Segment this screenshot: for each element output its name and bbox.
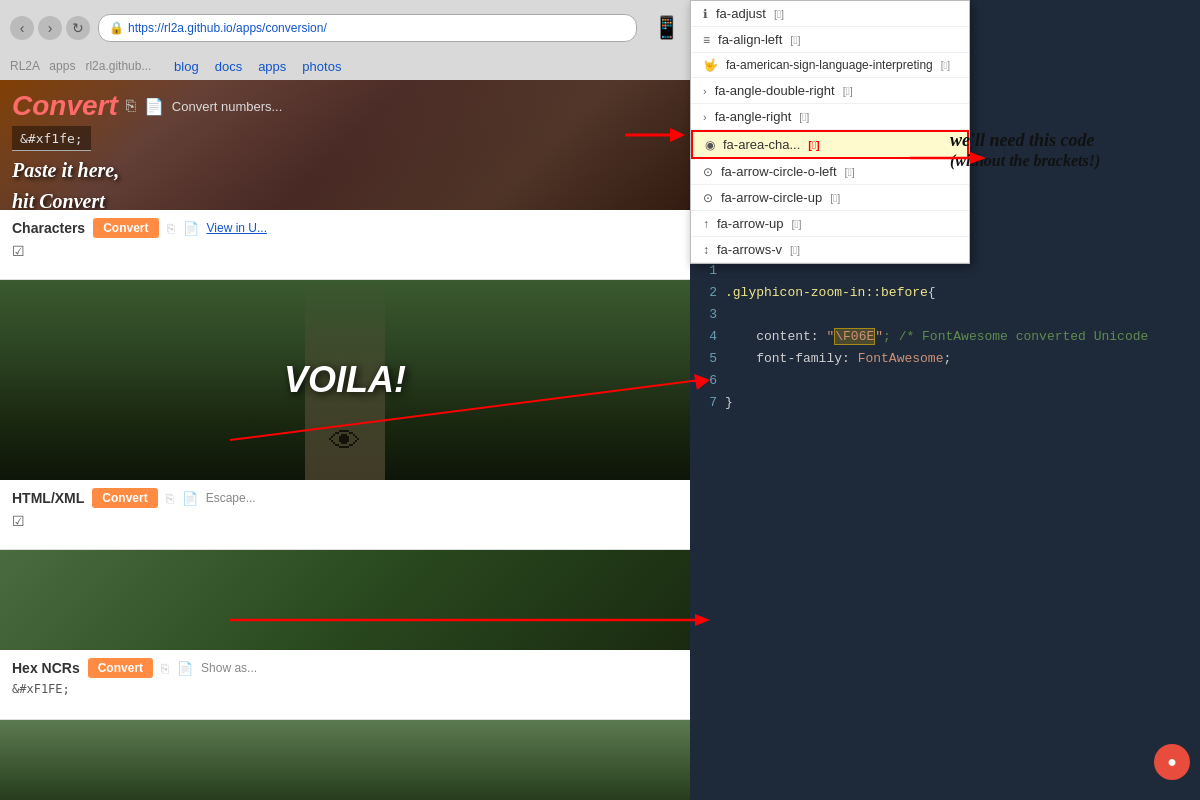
item-name: fa-arrow-up [717, 216, 783, 231]
hexncrs-extra: Show as... [201, 661, 257, 675]
item-code: [] [791, 218, 801, 230]
voila-text: VOILA! [284, 359, 406, 401]
htmlxml-checkbox[interactable]: ☑ [12, 513, 25, 529]
area-chart-icon: ◉ [705, 138, 715, 152]
item-code: [] [774, 8, 784, 20]
red-circle-btn[interactable]: ● [1154, 744, 1190, 780]
svg-marker-1 [670, 128, 685, 142]
paste-instruction-line2: hit Convert [12, 190, 678, 210]
item-code: [] [843, 85, 853, 97]
convert-header: Convert ⎘ 📄 Convert numbers... &#xf1fe; … [0, 80, 690, 210]
adjust-icon: ℹ [703, 7, 708, 21]
characters-section: Characters Convert ⎘ 📄 View in U... ☑ [0, 210, 690, 280]
asl-icon: 🤟 [703, 58, 718, 72]
arrows-v-icon: ↕ [703, 243, 709, 257]
arrow-up-icon: ↑ [703, 217, 709, 231]
item-code: [] [845, 166, 855, 178]
dropdown-item-asl[interactable]: 🤟 fa-american-sign-language-interpreting… [691, 53, 969, 78]
angle-right-icon: › [703, 111, 707, 123]
arrow-circle-up-icon: ⊙ [703, 191, 713, 205]
dropdown-item-angle-double-right[interactable]: › fa-angle-double-right [] [691, 78, 969, 104]
item-name: fa-arrow-circle-up [721, 190, 822, 205]
characters-file-btn[interactable]: 📄 [183, 221, 199, 236]
copy-icon-btn[interactable]: ⎘ [126, 97, 136, 115]
css-selector: .glyphicon-zoom-in::before [725, 285, 928, 300]
dropdown-item-arrows-v[interactable]: ↕ fa-arrows-v [] [691, 237, 969, 263]
item-name: fa-angle-double-right [715, 83, 835, 98]
align-left-icon: ≡ [703, 33, 710, 47]
htmlxml-section: HTML/XML Convert ⎘ 📄 Escape... ☑ [0, 480, 690, 550]
item-name: fa-american-sign-language-interpreting [726, 58, 933, 72]
svg-marker-3 [970, 152, 986, 164]
back-button[interactable]: ‹ [10, 16, 34, 40]
code-lines: .glyphicon-zoom-in::before{ content: "\F… [725, 260, 1200, 414]
paste-instruction-line1: Paste it here, [12, 159, 678, 182]
arrow-annotation [625, 120, 685, 154]
characters-checkbox[interactable]: ☑ [12, 243, 25, 259]
eye-icon: 👁 [329, 423, 361, 460]
item-code: [] [799, 111, 809, 123]
item-name: fa-align-left [718, 32, 782, 47]
dropdown-item-arrow-up[interactable]: ↑ fa-arrow-up [] [691, 211, 969, 237]
item-name: fa-adjust [716, 6, 766, 21]
brand-text: RL2A apps rl2a.github... [10, 59, 158, 74]
htmlxml-copy-btn[interactable]: ⎘ [166, 491, 174, 506]
item-code: [] [941, 60, 950, 71]
item-name: fa-arrows-v [717, 242, 782, 257]
nav-blog[interactable]: blog [174, 59, 199, 74]
dropdown-item-adjust[interactable]: ℹ fa-adjust [] [691, 1, 969, 27]
item-code: [] [830, 192, 840, 204]
hexncrs-convert-btn[interactable]: Convert [88, 658, 153, 678]
forward-button[interactable]: › [38, 16, 62, 40]
htmlxml-extra: Escape... [206, 491, 256, 505]
item-code: [] [790, 244, 800, 256]
hexncrs-value: &#xF1FE; [12, 682, 678, 696]
browser-bar: ‹ › ↻ 🔒 https://rl2a.github.io/apps/conv… [0, 0, 690, 55]
characters-label: Characters [12, 220, 85, 236]
nav-docs[interactable]: docs [215, 59, 242, 74]
item-code: [] [790, 34, 800, 46]
file-icon-btn[interactable]: 📄 [144, 97, 164, 116]
htmlxml-label: HTML/XML [12, 490, 84, 506]
hexncrs-file-btn[interactable]: 📄 [177, 661, 193, 676]
forest-bg-2 [0, 550, 690, 650]
red-circle-icon: ● [1167, 753, 1177, 771]
nav-photos[interactable]: photos [302, 59, 341, 74]
input-value[interactable]: &#xf1fe; [20, 131, 83, 146]
hexncrs-section: Hex NCRs Convert ⎘ 📄 Show as... &#xF1FE; [0, 650, 690, 720]
item-name: fa-angle-right [715, 109, 792, 124]
convert-description: Convert numbers... [172, 99, 283, 114]
nav-links: RL2A apps rl2a.github... blog docs apps … [0, 55, 690, 80]
characters-view-link[interactable]: View in U... [207, 221, 267, 235]
code-editor: 1 2 3 4 5 6 7 .glyphicon-zoom-in::before… [690, 260, 1200, 414]
main-content: Convert ⎘ 📄 Convert numbers... &#xf1fe; … [0, 80, 690, 800]
mobile-icon: 📱 [653, 15, 680, 41]
arrow-right-double-icon: › [703, 85, 707, 97]
annotation-arrow [910, 148, 990, 172]
forest-bg-1: VOILA! 👁 [0, 280, 690, 480]
hexncrs-label: Hex NCRs [12, 660, 80, 676]
convert-title: Convert [12, 90, 118, 122]
nav-buttons[interactable]: ‹ › ↻ [10, 16, 90, 40]
refresh-button[interactable]: ↻ [66, 16, 90, 40]
fa-dropdown[interactable]: ℹ fa-adjust [] ≡ fa-align-left [] 🤟 fa… [690, 0, 970, 264]
characters-copy-btn[interactable]: ⎘ [167, 221, 175, 236]
htmlxml-convert-btn[interactable]: Convert [92, 488, 157, 508]
lock-icon: 🔒 [109, 21, 124, 35]
dropdown-item-arrow-circle-up[interactable]: ⊙ fa-arrow-circle-up [] [691, 185, 969, 211]
characters-convert-btn[interactable]: Convert [93, 218, 158, 238]
dropdown-item-angle-right[interactable]: › fa-angle-right [] [691, 104, 969, 130]
item-name: fa-area-cha... [723, 137, 800, 152]
forest-bg-3 [0, 720, 690, 800]
arrow-circle-o-left-icon: ⊙ [703, 165, 713, 179]
address-bar[interactable]: https://rl2a.github.io/apps/conversion/ [128, 21, 327, 35]
dropdown-item-align-left[interactable]: ≡ fa-align-left [] [691, 27, 969, 53]
htmlxml-file-btn[interactable]: 📄 [182, 491, 198, 506]
hexncrs-copy-btn[interactable]: ⎘ [161, 661, 169, 676]
item-name: fa-arrow-circle-o-left [721, 164, 837, 179]
nav-apps[interactable]: apps [258, 59, 286, 74]
item-code: [] [808, 139, 819, 151]
code-editor-panel: ℹ fa-adjust [] ≡ fa-align-left [] 🤟 fa… [690, 0, 1200, 800]
line-numbers: 1 2 3 4 5 6 7 [690, 260, 725, 414]
